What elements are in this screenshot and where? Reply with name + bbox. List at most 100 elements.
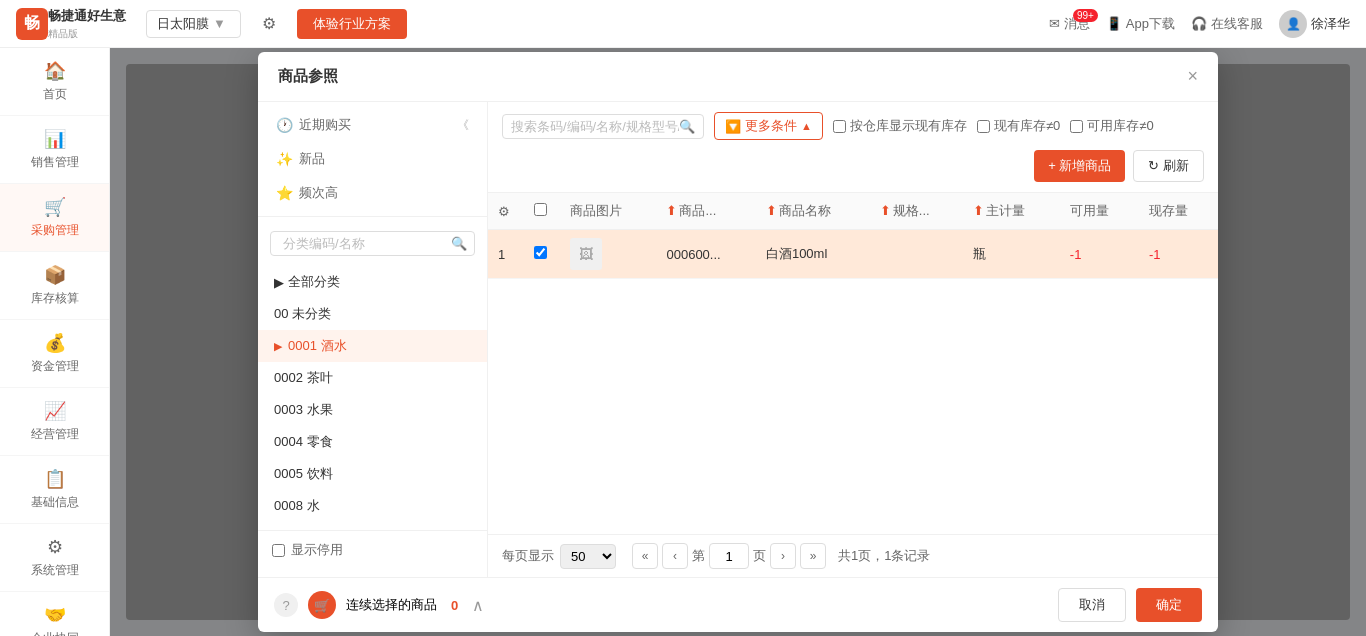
th-checkbox — [524, 193, 560, 230]
basic-icon: 📋 — [44, 468, 66, 490]
td-index: 1 — [488, 230, 524, 279]
sidebar-label-business: 经营管理 — [31, 426, 79, 443]
category-water[interactable]: 0008 水 — [258, 490, 487, 522]
table-header-row: ⚙ 商品图片 ⬆商品... ⬆商品名称 ⬆规格... ⬆主计量 可用量 现存量 — [488, 193, 1218, 230]
sidebar-item-system[interactable]: ⚙ 系统管理 — [0, 524, 109, 592]
topbar-right: ✉ 消息 99+ 📱 App下载 🎧 在线客服 👤 徐泽华 — [1049, 10, 1350, 38]
product-table: ⚙ 商品图片 ⬆商品... ⬆商品名称 ⬆规格... ⬆主计量 可用量 现存量 — [488, 193, 1218, 279]
sidebar-item-basic[interactable]: 📋 基础信息 — [0, 456, 109, 524]
th-stock: 现存量 — [1139, 193, 1218, 230]
purchase-icon: 🛒 — [44, 196, 66, 218]
checkbox-available-label[interactable]: 可用库存≠0 — [1070, 117, 1153, 135]
exp-button[interactable]: 体验行业方案 — [297, 9, 407, 39]
category-search-icon[interactable]: 🔍 — [451, 236, 467, 251]
category-all[interactable]: ▶ 全部分类 — [258, 266, 487, 298]
footer-collapse-button[interactable]: ∧ — [472, 596, 484, 615]
topbar: 畅 畅捷通好生意 精品版 日太阳膜 ▼ ⚙ 体验行业方案 ✉ 消息 99+ 📱 … — [0, 0, 1366, 48]
filter-more-button[interactable]: 🔽 更多条件 ▲ — [714, 112, 823, 140]
page-last-button[interactable]: » — [800, 543, 826, 569]
service-button[interactable]: 🎧 在线客服 — [1191, 15, 1263, 33]
checkbox-warehouse-label[interactable]: 按仓库显示现有库存 — [833, 117, 967, 135]
product-search-icon[interactable]: 🔍 — [679, 119, 695, 134]
user-area[interactable]: 👤 徐泽华 — [1279, 10, 1350, 38]
sidebar-item-purchase[interactable]: 🛒 采购管理 — [0, 184, 109, 252]
filter-arrow-icon: ▲ — [801, 120, 812, 132]
select-all-checkbox[interactable] — [534, 203, 547, 216]
category-search-input[interactable] — [283, 236, 451, 251]
show-disabled-checkbox[interactable] — [272, 544, 285, 557]
cancel-button[interactable]: 取消 — [1058, 588, 1126, 622]
sidebar-item-sales[interactable]: 📊 销售管理 — [0, 116, 109, 184]
table-row[interactable]: 1 🖼 000600... 白酒100ml — [488, 230, 1218, 279]
message-icon: ✉ — [1049, 16, 1060, 31]
category-water-label: 0008 水 — [274, 497, 320, 515]
per-page-dropdown[interactable]: 50 100 200 — [560, 544, 616, 569]
nav-dropdown[interactable]: 日太阳膜 ▼ — [146, 10, 241, 38]
tab-new-label: 新品 — [299, 150, 325, 168]
page-number-input[interactable] — [709, 543, 749, 569]
page-label: 第 — [692, 547, 705, 565]
logo-sub: 精品版 — [48, 28, 78, 39]
sort-icon-code: ⬆ — [666, 203, 677, 218]
app-download-button[interactable]: 📱 App下载 — [1106, 15, 1175, 33]
category-drink[interactable]: 0005 饮料 — [258, 458, 487, 490]
page-prev-button[interactable]: ‹ — [662, 543, 688, 569]
row-checkbox[interactable] — [534, 246, 547, 259]
help-button[interactable]: ? — [274, 593, 298, 617]
footer-left: ? 🛒 连续选择的商品 0 ∧ — [274, 591, 484, 619]
sidebar-label-collab: 企业协同 — [31, 630, 79, 636]
home-icon: 🏠 — [44, 60, 66, 82]
tab-new[interactable]: ✨ 新品 — [266, 144, 479, 174]
th-spec: ⬆规格... — [870, 193, 964, 230]
checkbox-current-label[interactable]: 现有库存≠0 — [977, 117, 1060, 135]
th-name: ⬆商品名称 — [756, 193, 870, 230]
sidebar-item-business[interactable]: 📈 经营管理 — [0, 388, 109, 456]
category-snack[interactable]: 0004 零食 — [258, 426, 487, 458]
sidebar-label-inventory: 库存核算 — [31, 290, 79, 307]
modal-overlay: 商品参照 × 🕐 近期购买 《 — [110, 48, 1366, 636]
category-liquor[interactable]: ▶ 0001 酒水 — [258, 330, 487, 362]
gear-button[interactable]: ⚙ — [253, 8, 285, 40]
page-nav: « ‹ 第 页 › » — [632, 543, 826, 569]
confirm-button[interactable]: 确定 — [1136, 588, 1202, 622]
main-layout: 🏠 首页 📊 销售管理 🛒 采购管理 📦 库存核算 💰 资金管理 📈 经营管理 … — [0, 48, 1366, 636]
refresh-button[interactable]: ↻ 刷新 — [1133, 150, 1204, 182]
logo-text-area: 畅捷通好生意 精品版 — [48, 7, 126, 41]
product-search-input[interactable] — [511, 119, 679, 134]
checkbox-available-text: 可用库存≠0 — [1087, 117, 1153, 135]
sidebar-item-home[interactable]: 🏠 首页 — [0, 48, 109, 116]
modal-body: 🕐 近期购买 《 ✨ 新品 ⭐ 频次高 — [258, 102, 1218, 577]
category-search-box: 🔍 — [270, 231, 475, 256]
tab-frequent[interactable]: ⭐ 频次高 — [266, 178, 479, 208]
show-disabled-area[interactable]: 显示停用 — [258, 530, 487, 569]
checkbox-warehouse[interactable] — [833, 120, 846, 133]
category-appliance[interactable]: 0010 家电 — [258, 522, 487, 530]
page-first-button[interactable]: « — [632, 543, 658, 569]
tab-recent[interactable]: 🕐 近期购买 《 — [266, 110, 479, 140]
td-available: -1 — [1060, 230, 1139, 279]
app-icon: 📱 — [1106, 16, 1122, 31]
messages-button[interactable]: ✉ 消息 99+ — [1049, 15, 1090, 33]
category-drink-label: 0005 饮料 — [274, 465, 333, 483]
sidebar-item-collab[interactable]: 🤝 企业协同 — [0, 592, 109, 636]
category-unclassified[interactable]: 00 未分类 — [258, 298, 487, 330]
table-toolbar: 🔍 🔽 更多条件 ▲ 按仓库显示现有库存 — [488, 102, 1218, 193]
page-next-button[interactable]: › — [770, 543, 796, 569]
checkbox-current[interactable] — [977, 120, 990, 133]
checkbox-available[interactable] — [1070, 120, 1083, 133]
show-disabled-label: 显示停用 — [291, 541, 343, 559]
sidebar-label-basic: 基础信息 — [31, 494, 79, 511]
sidebar-item-finance[interactable]: 💰 资金管理 — [0, 320, 109, 388]
cart-button[interactable]: 🛒 — [308, 591, 336, 619]
category-fruit[interactable]: 0003 水果 — [258, 394, 487, 426]
modal-product-ref: 商品参照 × 🕐 近期购买 《 — [258, 52, 1218, 632]
add-product-button[interactable]: + 新增商品 — [1034, 150, 1125, 182]
sidebar-item-inventory[interactable]: 📦 库存核算 — [0, 252, 109, 320]
th-thumb: 商品图片 — [560, 193, 656, 230]
collapse-left-button[interactable]: 《 — [457, 117, 469, 134]
page-total: 共1页，1条记录 — [838, 547, 930, 565]
modal-close-button[interactable]: × — [1187, 66, 1198, 87]
category-tea[interactable]: 0002 茶叶 — [258, 362, 487, 394]
sidebar-label-sales: 销售管理 — [31, 154, 79, 171]
sidebar-label-home: 首页 — [43, 86, 67, 103]
